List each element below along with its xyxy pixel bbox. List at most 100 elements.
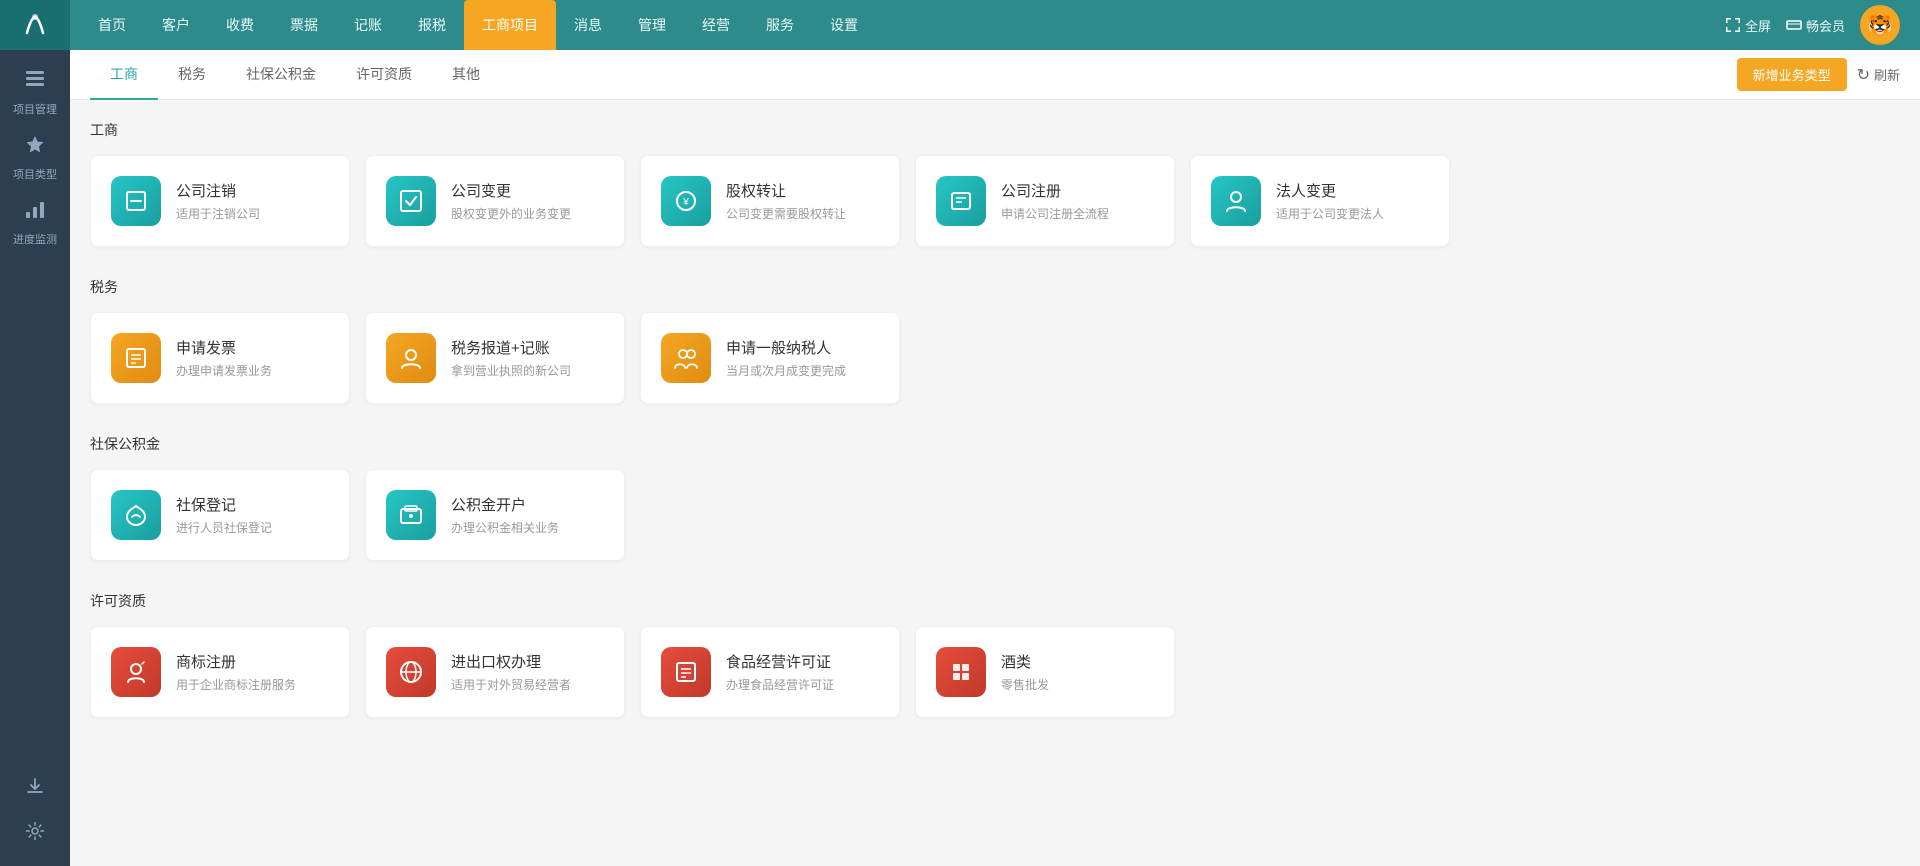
nav-business[interactable]: 工商项目: [464, 0, 556, 50]
section-tax: 税务 申请发票 办理申请发票: [90, 277, 1900, 404]
food-license-icon: [661, 647, 711, 697]
card-company-register[interactable]: 公司注册 申请公司注册全流程: [915, 155, 1175, 247]
download-icon[interactable]: [15, 766, 55, 806]
card-tax-accounting-desc: 拿到营业执照的新公司: [451, 362, 604, 379]
section-title-permit: 许可资质: [90, 591, 1900, 611]
card-fund-open-desc: 办理公积金相关业务: [451, 519, 604, 536]
card-alcohol[interactable]: 酒类 零售批发: [915, 626, 1175, 718]
card-food-license[interactable]: 食品经营许可证 办理食品经营许可证: [640, 626, 900, 718]
card-company-register-name: 公司注册: [1001, 180, 1154, 201]
card-alcohol-info: 酒类 零售批发: [1001, 651, 1154, 693]
nav-fee[interactable]: 收费: [208, 0, 272, 50]
card-fund-open[interactable]: 公积金开户 办理公积金相关业务: [365, 469, 625, 561]
import-export-icon: [386, 647, 436, 697]
card-fund-open-info: 公积金开户 办理公积金相关业务: [451, 494, 604, 536]
svg-text:¥: ¥: [682, 197, 689, 208]
company-change-icon: [386, 176, 436, 226]
section-permit: 许可资质 商标注册 用于企业商标注册服务: [90, 591, 1900, 718]
mascot-icon[interactable]: 🐯: [1860, 5, 1900, 45]
card-company-cancel[interactable]: 公司注销 适用于注销公司: [90, 155, 350, 247]
cards-grid-permit: 商标注册 用于企业商标注册服务: [90, 626, 1900, 718]
fullscreen-label: 全屏: [1745, 16, 1771, 35]
card-social-register[interactable]: 社保登记 进行人员社保登记: [90, 469, 350, 561]
card-general-taxpayer-desc: 当月或次月成变更完成: [726, 362, 879, 379]
cards-grid-business: 公司注销 适用于注销公司 公司变更 股: [90, 155, 1900, 247]
settings-icon[interactable]: [15, 811, 55, 851]
nav-items: 首页 客户 收费 票据 记账 报税 工商项目 消息 管理 经营 服务 设置: [70, 0, 1725, 50]
social-register-icon: [111, 490, 161, 540]
progress-icon: [24, 198, 46, 226]
card-tax-accounting[interactable]: 税务报道+记账 拿到营业执照的新公司: [365, 312, 625, 404]
nav-operation[interactable]: 经营: [684, 0, 748, 50]
sidebar-item-project-type[interactable]: 项目类型: [0, 125, 70, 190]
nav-home[interactable]: 首页: [80, 0, 144, 50]
alcohol-icon: [936, 647, 986, 697]
card-company-change[interactable]: 公司变更 股权变更外的业务变更: [365, 155, 625, 247]
equity-transfer-icon: ¥: [661, 176, 711, 226]
project-type-icon: [24, 133, 46, 161]
nav-message[interactable]: 消息: [556, 0, 620, 50]
app-logo: [0, 0, 70, 50]
tab-other[interactable]: 其他: [432, 51, 500, 100]
sidebar-item-project-manage[interactable]: 项目管理: [0, 60, 70, 125]
tab-social-fund[interactable]: 社保公积金: [226, 51, 336, 100]
vip-label: 畅会员: [1806, 16, 1845, 35]
card-social-register-desc: 进行人员社保登记: [176, 519, 329, 536]
nav-manage[interactable]: 管理: [620, 0, 684, 50]
card-import-export[interactable]: 进出口权办理 适用于对外贸易经营者: [365, 626, 625, 718]
card-equity-transfer-desc: 公司变更需要股权转让: [726, 205, 879, 222]
card-social-register-info: 社保登记 进行人员社保登记: [176, 494, 329, 536]
tab-business[interactable]: 工商: [90, 51, 158, 100]
tabs: 工商 税务 社保公积金 许可资质 其他: [90, 50, 500, 99]
card-trademark-desc: 用于企业商标注册服务: [176, 676, 329, 693]
nav-settings[interactable]: 设置: [812, 0, 876, 50]
card-trademark-name: 商标注册: [176, 651, 329, 672]
card-alcohol-name: 酒类: [1001, 651, 1154, 672]
tab-actions: 新增业务类型 ↻ 刷新: [1737, 58, 1900, 91]
card-equity-transfer-info: 股权转让 公司变更需要股权转让: [726, 180, 879, 222]
card-food-license-info: 食品经营许可证 办理食品经营许可证: [726, 651, 879, 693]
card-legal-change-name: 法人变更: [1276, 180, 1429, 201]
card-legal-change[interactable]: 法人变更 适用于公司变更法人: [1190, 155, 1450, 247]
card-food-license-desc: 办理食品经营许可证: [726, 676, 879, 693]
card-import-export-name: 进出口权办理: [451, 651, 604, 672]
fullscreen-button[interactable]: 全屏: [1725, 16, 1771, 35]
section-title-social: 社保公积金: [90, 434, 1900, 454]
vip-button[interactable]: 畅会员: [1786, 16, 1845, 35]
nav-bill[interactable]: 票据: [272, 0, 336, 50]
card-invoice[interactable]: 申请发票 办理申请发票业务: [90, 312, 350, 404]
refresh-icon: ↻: [1857, 65, 1870, 85]
sidebar-item-progress[interactable]: 进度监测: [0, 190, 70, 255]
card-equity-transfer[interactable]: ¥ 股权转让 公司变更需要股权转让: [640, 155, 900, 247]
card-equity-transfer-name: 股权转让: [726, 180, 879, 201]
card-trademark-info: 商标注册 用于企业商标注册服务: [176, 651, 329, 693]
card-general-taxpayer[interactable]: 申请一般纳税人 当月或次月成变更完成: [640, 312, 900, 404]
nav-client[interactable]: 客户: [144, 0, 208, 50]
card-tax-accounting-name: 税务报道+记账: [451, 337, 604, 358]
nav-tax[interactable]: 报税: [400, 0, 464, 50]
card-invoice-desc: 办理申请发票业务: [176, 362, 329, 379]
card-company-change-name: 公司变更: [451, 180, 604, 201]
card-trademark[interactable]: 商标注册 用于企业商标注册服务: [90, 626, 350, 718]
new-type-button[interactable]: 新增业务类型: [1737, 58, 1847, 91]
cards-grid-tax: 申请发票 办理申请发票业务 税务报道+记账: [90, 312, 1900, 404]
refresh-button[interactable]: ↻ 刷新: [1857, 65, 1900, 85]
card-fund-open-name: 公积金开户: [451, 494, 604, 515]
section-business: 工商 公司注销 适用于注销公司: [90, 120, 1900, 247]
tab-bar: 工商 税务 社保公积金 许可资质 其他 新增业务类型 ↻ 刷新: [70, 50, 1920, 100]
refresh-label: 刷新: [1874, 65, 1900, 84]
scroll-content[interactable]: 工商 公司注销 适用于注销公司: [70, 100, 1920, 866]
card-company-cancel-name: 公司注销: [176, 180, 329, 201]
sidebar: 项目管理 项目类型 进度监测: [0, 50, 70, 866]
nav-service[interactable]: 服务: [748, 0, 812, 50]
card-company-register-desc: 申请公司注册全流程: [1001, 205, 1154, 222]
card-general-taxpayer-info: 申请一般纳税人 当月或次月成变更完成: [726, 337, 879, 379]
tab-tax[interactable]: 税务: [158, 51, 226, 100]
card-invoice-name: 申请发票: [176, 337, 329, 358]
card-import-export-info: 进出口权办理 适用于对外贸易经营者: [451, 651, 604, 693]
tab-permit[interactable]: 许可资质: [336, 51, 432, 100]
card-company-register-info: 公司注册 申请公司注册全流程: [1001, 180, 1154, 222]
card-invoice-info: 申请发票 办理申请发票业务: [176, 337, 329, 379]
trademark-icon: [111, 647, 161, 697]
nav-accounting[interactable]: 记账: [336, 0, 400, 50]
